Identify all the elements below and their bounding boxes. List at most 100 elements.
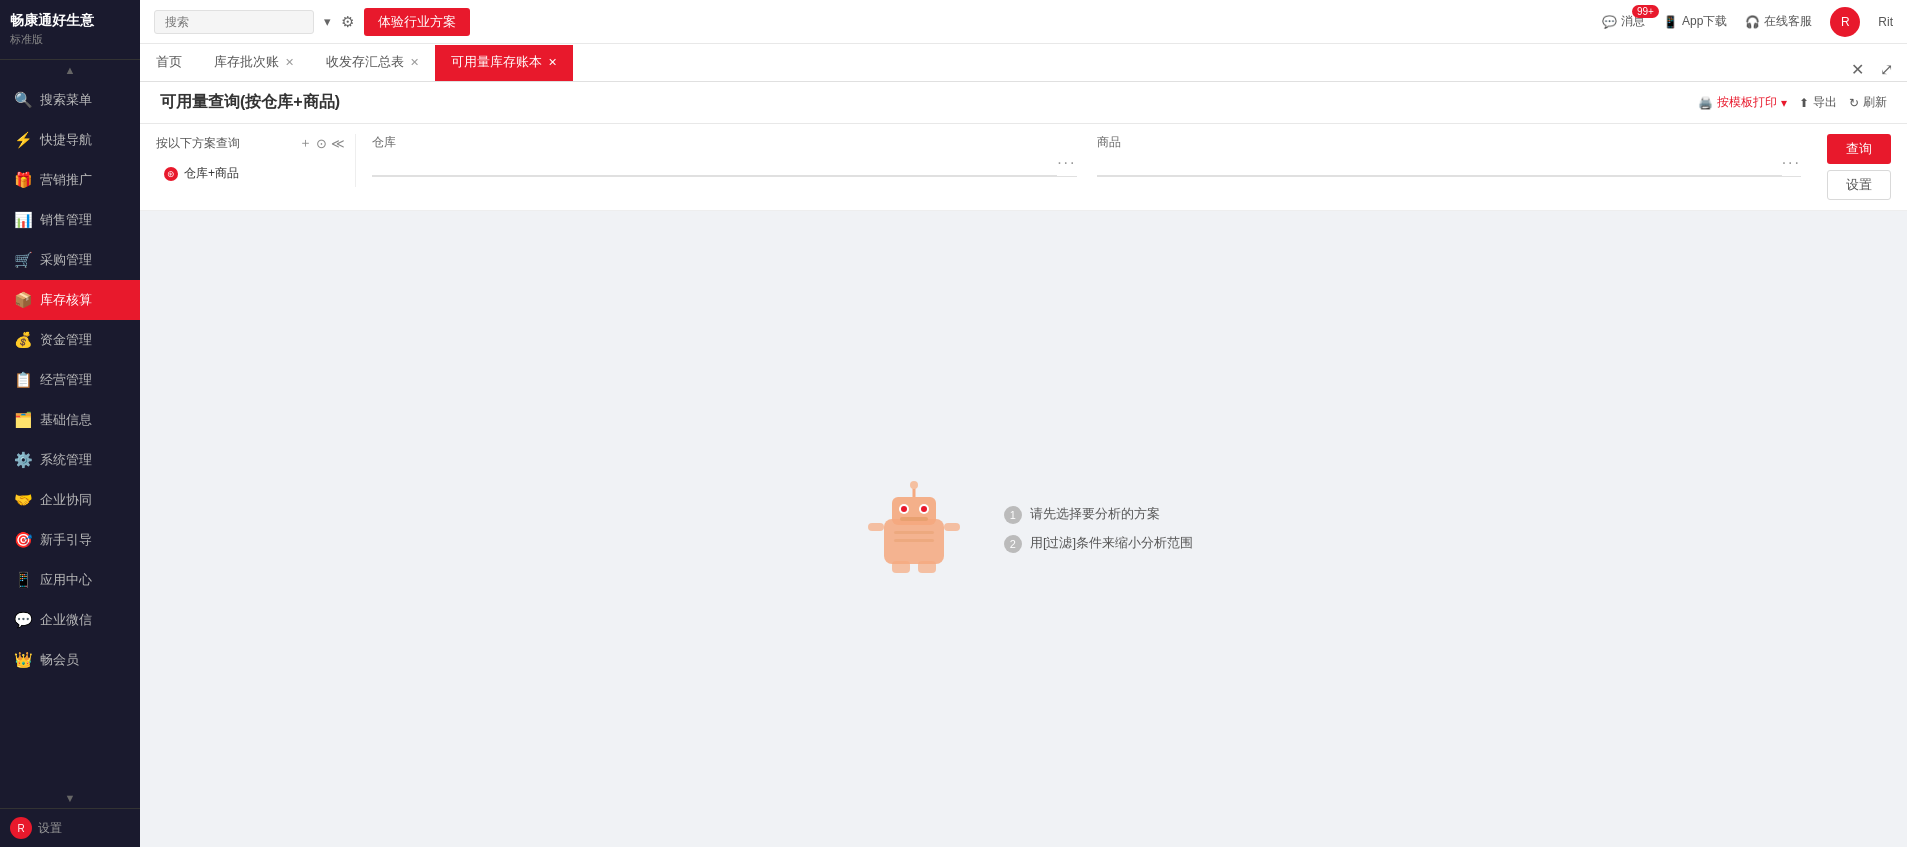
sidebar-item-newbie[interactable]: 🎯 新手引导 [0,520,140,560]
message-badge: 99+ [1632,5,1659,18]
svg-point-4 [901,506,907,512]
warehouse-input[interactable] [372,153,1057,176]
sidebar-item-label: 快捷导航 [40,131,92,149]
refresh-button[interactable]: ↻ 刷新 [1849,94,1887,111]
phone-icon: 📱 [14,571,32,589]
sidebar-item-marketing[interactable]: 🎁 营销推广 [0,160,140,200]
tab-home[interactable]: 首页 [140,45,198,81]
tab-summary-label: 收发存汇总表 [326,53,404,71]
tab-batch[interactable]: 库存批次账 ✕ [198,45,310,81]
filter-fields: 仓库 ··· 商品 ··· [356,134,1817,177]
sidebar-item-shortcut[interactable]: ⚡ 快捷导航 [0,120,140,160]
sidebar-item-label: 库存核算 [40,291,92,309]
sidebar-item-wechat[interactable]: 💬 企业微信 [0,600,140,640]
sidebar-item-enterprise[interactable]: 🤝 企业协同 [0,480,140,520]
robot-icon [864,479,964,579]
field-warehouse-label: 仓库 [372,134,1077,151]
filter-scheme-label: 按以下方案查询 [156,135,240,152]
svg-rect-13 [894,531,934,534]
sidebar-item-system[interactable]: ⚙️ 系统管理 [0,440,140,480]
tab-batch-close-icon[interactable]: ✕ [285,56,294,69]
message-button[interactable]: 💬 消息 99+ [1602,13,1645,30]
add-scheme-icon[interactable]: ＋ [299,134,312,152]
product-more-icon[interactable]: ··· [1782,154,1801,176]
product-input[interactable] [1097,153,1782,176]
sidebar-item-label: 畅会员 [40,651,79,669]
sidebar-header: 畅康通好生意 标准版 [0,0,140,60]
sidebar-item-purchase[interactable]: 🛒 采购管理 [0,240,140,280]
page-header: 可用量查询(按仓库+商品) 🖨️ 按模板打印 ▾ ⬆ 导出 ↻ 刷新 [140,82,1907,124]
sidebar-item-label: 搜索菜单 [40,91,92,109]
tab-available-close-icon[interactable]: ✕ [548,56,557,69]
sidebar-item-basic[interactable]: 🗂️ 基础信息 [0,400,140,440]
tab-summary[interactable]: 收发存汇总表 ✕ [310,45,435,81]
lightning-icon: ⚡ [14,131,32,149]
page-title: 可用量查询(按仓库+商品) [160,92,340,113]
sidebar-scroll: 🔍 搜索菜单 ⚡ 快捷导航 🎁 营销推广 📊 销售管理 🛒 采购管理 📦 库存核… [0,80,140,788]
sidebar-footer[interactable]: R 设置 [0,808,140,847]
app-icon: 📱 [1663,15,1678,29]
filter-actions: 查询 设置 [1827,134,1891,200]
print-button[interactable]: 🖨️ 按模板打印 ▾ [1698,94,1787,111]
empty-state: 1 请先选择要分析的方案 2 用[过滤]条件来缩小分析范围 [140,211,1907,847]
sidebar-item-appstore[interactable]: 📱 应用中心 [0,560,140,600]
trial-button[interactable]: 体验行业方案 [364,8,470,36]
gear-icon: ⚙️ [14,451,32,469]
tip-num-1: 1 [1004,506,1022,524]
scheme-item-warehouse-product[interactable]: ⊛ 仓库+商品 [156,160,345,187]
filter-field-warehouse: 仓库 ··· [372,134,1077,177]
empty-tip-1: 1 请先选择要分析的方案 [1004,505,1193,524]
sidebar-up-arrow[interactable]: ▲ [0,60,140,80]
tip-text-1: 请先选择要分析的方案 [1030,505,1160,523]
print-icon: 🖨️ [1698,96,1713,110]
username[interactable]: Rit [1878,15,1893,29]
crown-icon: 👑 [14,651,32,669]
dropdown-arrow-icon[interactable]: ▾ [324,14,331,29]
sidebar-item-inventory[interactable]: 📦 库存核算 [0,280,140,320]
sidebar-down-arrow[interactable]: ▼ [0,788,140,808]
scheme-dot-icon: ⊛ [164,167,178,181]
sidebar-item-operation[interactable]: 📋 经营管理 [0,360,140,400]
sidebar-item-member[interactable]: 👑 畅会员 [0,640,140,680]
export-label: 导出 [1813,94,1837,111]
online-service-button[interactable]: 🎧 在线客服 [1745,13,1812,30]
cart-icon: 🛒 [14,251,32,269]
sidebar-brand: 畅康通好生意 [10,12,130,30]
sidebar-item-search[interactable]: 🔍 搜索菜单 [0,80,140,120]
settings-filter-button[interactable]: 设置 [1827,170,1891,200]
topbar: ▾ ⚙ 体验行业方案 💬 消息 99+ 📱 App下载 🎧 在线客服 R Rit [140,0,1907,44]
search-input[interactable] [154,10,314,34]
warehouse-more-icon[interactable]: ··· [1057,154,1076,176]
folder-icon: 🗂️ [14,411,32,429]
sidebar: 畅康通好生意 标准版 ▲ 🔍 搜索菜单 ⚡ 快捷导航 🎁 营销推广 📊 销售管理… [0,0,140,847]
settings-scheme-icon[interactable]: ⊙ [316,136,327,151]
tabs-expand-button[interactable]: ⤢ [1874,58,1899,81]
app-download-button[interactable]: 📱 App下载 [1663,13,1727,30]
svg-point-7 [910,481,918,489]
filter-field-product: 商品 ··· [1097,134,1802,177]
svg-rect-9 [892,561,910,573]
print-label: 按模板打印 [1717,94,1777,111]
tab-summary-close-icon[interactable]: ✕ [410,56,419,69]
page-header-actions: 🖨️ 按模板打印 ▾ ⬆ 导出 ↻ 刷新 [1698,94,1887,111]
sidebar-footer-label: 设置 [38,820,62,837]
tip-num-2: 2 [1004,535,1022,553]
sidebar-item-label: 销售管理 [40,211,92,229]
settings-icon[interactable]: ⚙ [341,13,354,31]
collapse-scheme-icon[interactable]: ≪ [331,136,345,151]
tab-available[interactable]: 可用量库存账本 ✕ [435,45,573,81]
tabs-close-button[interactable]: ✕ [1845,58,1870,81]
money-icon: 💰 [14,331,32,349]
export-button[interactable]: ⬆ 导出 [1799,94,1837,111]
sidebar-item-sales[interactable]: 📊 销售管理 [0,200,140,240]
tip-text-2: 用[过滤]条件来缩小分析范围 [1030,534,1193,552]
avatar[interactable]: R [1830,7,1860,37]
sidebar-item-finance[interactable]: 💰 资金管理 [0,320,140,360]
empty-illustration [854,469,974,589]
query-button[interactable]: 查询 [1827,134,1891,164]
print-dropdown-icon[interactable]: ▾ [1781,96,1787,110]
refresh-label: 刷新 [1863,94,1887,111]
sidebar-item-label: 资金管理 [40,331,92,349]
sidebar-item-label: 基础信息 [40,411,92,429]
box-icon: 📦 [14,291,32,309]
